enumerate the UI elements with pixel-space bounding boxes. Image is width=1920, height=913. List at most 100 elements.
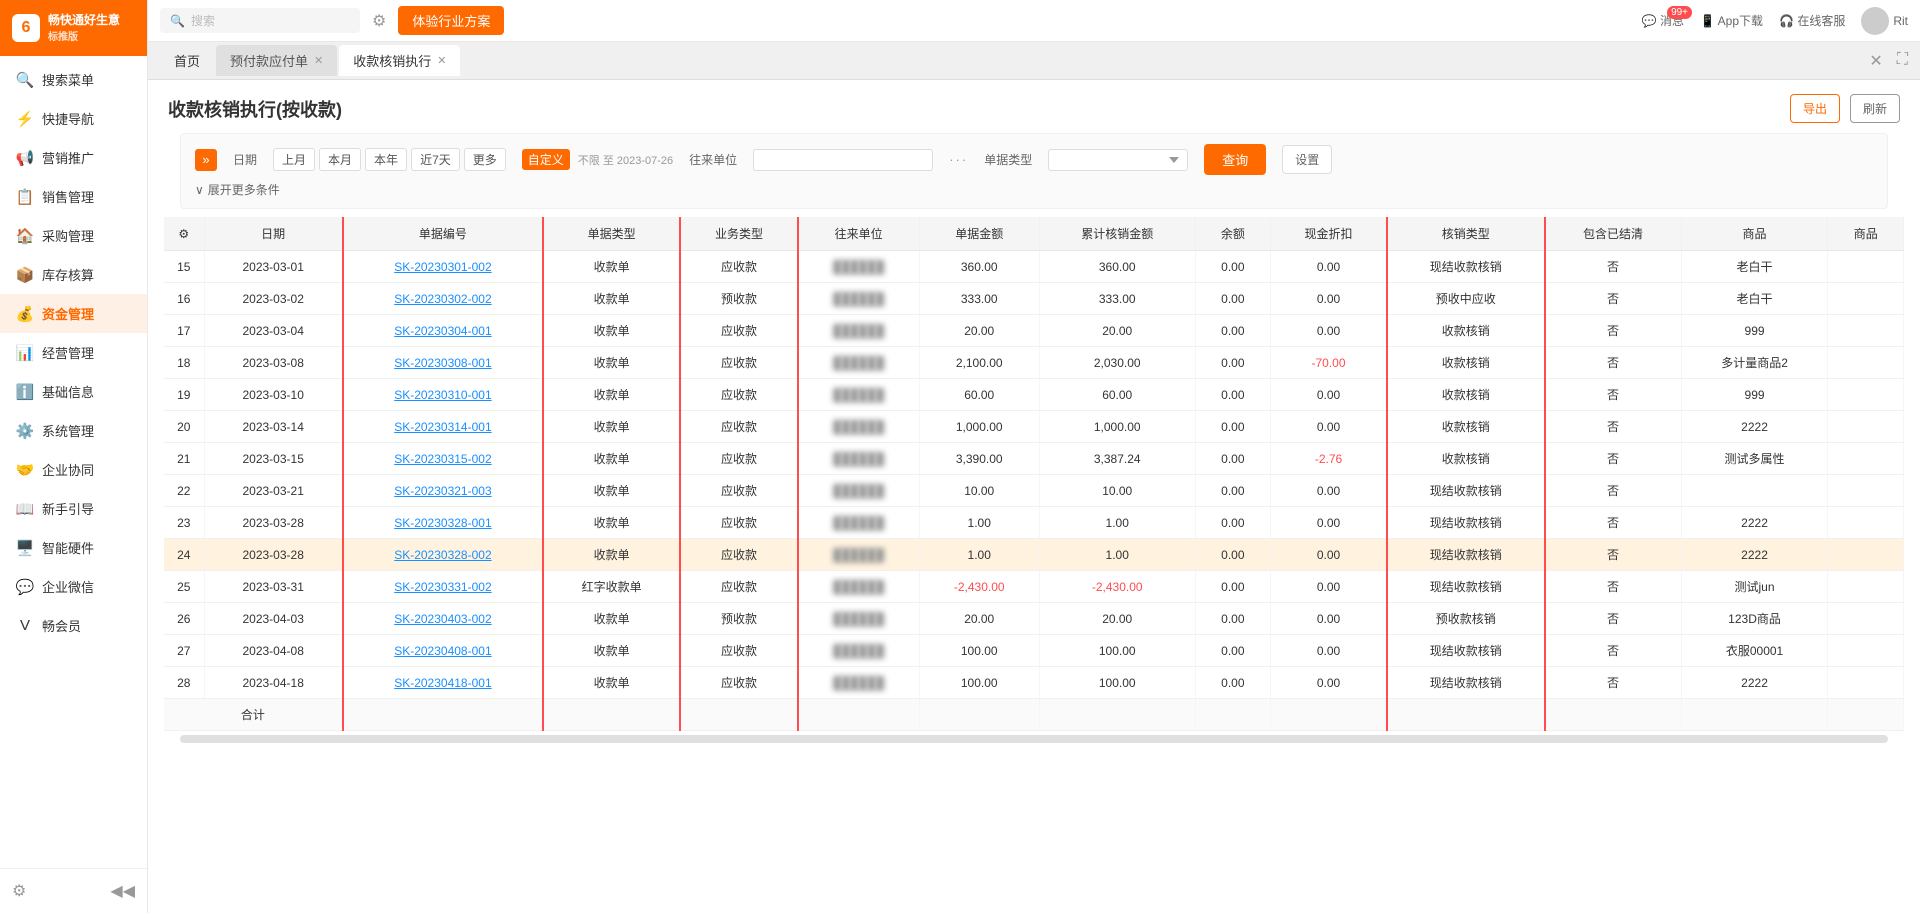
- cell-cancel-type: 现结收款核销: [1387, 475, 1545, 507]
- doc-no-link[interactable]: SK-20230408-001: [394, 644, 491, 658]
- cell-goods2: [1828, 347, 1904, 379]
- settings-icon[interactable]: ⚙: [12, 881, 26, 901]
- cell-cancel-type: 预收中应收: [1387, 283, 1545, 315]
- sidebar-item-system[interactable]: ⚙️系统管理: [0, 411, 147, 450]
- sidebar-item-search[interactable]: 🔍搜索菜单: [0, 60, 147, 99]
- sidebar-item-finance[interactable]: 💰资金管理: [0, 294, 147, 333]
- doc-no-link[interactable]: SK-20230331-002: [394, 580, 491, 594]
- setting-btn[interactable]: 设置: [1282, 145, 1332, 174]
- nav-label-operation: 经营管理: [42, 343, 94, 362]
- nav-label-purchase: 采购管理: [42, 226, 94, 245]
- nav-icon-hardware: 🖥️: [16, 539, 34, 557]
- cell-include-cleared: 否: [1545, 411, 1682, 443]
- cell-cash-discount: 0.00: [1271, 379, 1387, 411]
- table-row: 23 2023-03-28 SK-20230328-001 收款单 应收款 ██…: [164, 507, 1904, 539]
- nav-icon-corp: 🤝: [16, 461, 34, 479]
- expand-more-btn[interactable]: ∨ 展开更多条件: [195, 181, 1873, 198]
- tab-prepay[interactable]: 预付款应付单✕: [216, 45, 337, 76]
- user-avatar[interactable]: Rit: [1861, 7, 1908, 35]
- cell-amount: 1.00: [919, 507, 1039, 539]
- cell-biz-type: 应收款: [680, 347, 797, 379]
- cell-goods2: [1828, 539, 1904, 571]
- nav-icon-system: ⚙️: [16, 422, 34, 440]
- cell-goods: 测试多属性: [1681, 443, 1828, 475]
- doc-no-link[interactable]: SK-20230308-001: [394, 356, 491, 370]
- doc-no-link[interactable]: SK-20230403-002: [394, 612, 491, 626]
- cell-biz-type: 应收款: [680, 667, 797, 699]
- cell-cancel-type: 预收款核销: [1387, 603, 1545, 635]
- cell-doc-type: 收款单: [543, 475, 680, 507]
- sidebar-item-basic[interactable]: ℹ️基础信息: [0, 372, 147, 411]
- tab-close-all[interactable]: ✕: [1869, 51, 1882, 71]
- date-btn-本年[interactable]: 本年: [365, 148, 407, 171]
- date-btn-更多[interactable]: 更多: [464, 148, 506, 171]
- filter-expand-arrow[interactable]: »: [195, 149, 217, 171]
- nav-icon-search: 🔍: [16, 71, 34, 89]
- cell-goods: 2222: [1681, 539, 1828, 571]
- doc-no-link[interactable]: SK-20230418-001: [394, 676, 491, 690]
- settings-gear-icon[interactable]: ⚙: [372, 11, 386, 31]
- cell-cancel-amount: 60.00: [1039, 379, 1195, 411]
- sidebar-item-quick[interactable]: ⚡快捷导航: [0, 99, 147, 138]
- export-btn[interactable]: 导出: [1790, 94, 1840, 123]
- tab-home[interactable]: 首页: [160, 45, 214, 76]
- user-name: Rit: [1893, 14, 1908, 28]
- cell-no: 24: [164, 539, 204, 571]
- table-row: 18 2023-03-08 SK-20230308-001 收款单 应收款 ██…: [164, 347, 1904, 379]
- doc-no-link[interactable]: SK-20230328-002: [394, 548, 491, 562]
- app-download-btn[interactable]: 📱 App下载: [1700, 12, 1763, 29]
- cell-balance: 0.00: [1195, 443, 1270, 475]
- date-btn-本月[interactable]: 本月: [319, 148, 361, 171]
- message-btn[interactable]: 💬 消息 99+: [1642, 12, 1684, 29]
- industry-btn[interactable]: 体验行业方案: [398, 6, 504, 35]
- doc-no-link[interactable]: SK-20230304-001: [394, 324, 491, 338]
- sidebar-item-purchase[interactable]: 🏠采购管理: [0, 216, 147, 255]
- date-btn-近7天[interactable]: 近7天: [411, 148, 460, 171]
- sidebar-item-sales[interactable]: 📋销售管理: [0, 177, 147, 216]
- receipt-type-select[interactable]: [1048, 149, 1188, 171]
- tab-expand[interactable]: ⛶: [1897, 51, 1908, 71]
- col-header-balance: 余额: [1195, 217, 1270, 251]
- tab-close-receipt-cancel[interactable]: ✕: [437, 54, 446, 67]
- nav-label-sales: 销售管理: [42, 187, 94, 206]
- sidebar-item-member[interactable]: V畅会员: [0, 606, 147, 645]
- doc-no-link[interactable]: SK-20230314-001: [394, 420, 491, 434]
- cell-amount: 100.00: [919, 635, 1039, 667]
- refresh-btn[interactable]: 刷新: [1850, 94, 1900, 123]
- sidebar-item-marketing[interactable]: 📢营销推广: [0, 138, 147, 177]
- sidebar-item-guide[interactable]: 📖新手引导: [0, 489, 147, 528]
- sidebar-item-wechat[interactable]: 💬企业微信: [0, 567, 147, 606]
- cell-biz-type: 预收款: [680, 603, 797, 635]
- query-btn[interactable]: 查询: [1204, 144, 1266, 175]
- cell-no: 26: [164, 603, 204, 635]
- sidebar-item-corp[interactable]: 🤝企业协同: [0, 450, 147, 489]
- custom-date-btn[interactable]: 自定义: [522, 149, 570, 170]
- cell-no: 27: [164, 635, 204, 667]
- doc-no-link[interactable]: SK-20230310-001: [394, 388, 491, 402]
- date-btn-上月[interactable]: 上月: [273, 148, 315, 171]
- tab-receipt-cancel[interactable]: 收款核销执行✕: [339, 45, 460, 76]
- doc-no-link[interactable]: SK-20230315-002: [394, 452, 491, 466]
- col-header-goods: 商品: [1681, 217, 1828, 251]
- cell-date: 2023-04-08: [204, 635, 343, 667]
- online-service-btn[interactable]: 🎧 在线客服: [1779, 12, 1845, 29]
- collapse-icon[interactable]: ◀◀: [110, 881, 135, 901]
- doc-no-link[interactable]: SK-20230328-001: [394, 516, 491, 530]
- cell-doc-no: SK-20230308-001: [343, 347, 543, 379]
- cell-balance: 0.00: [1195, 475, 1270, 507]
- sidebar-item-hardware[interactable]: 🖥️智能硬件: [0, 528, 147, 567]
- cell-counterparty: ██████: [798, 603, 919, 635]
- doc-no-link[interactable]: SK-20230321-003: [394, 484, 491, 498]
- tab-close-prepay[interactable]: ✕: [314, 54, 323, 67]
- tab-label-home: 首页: [174, 51, 200, 70]
- horizontal-scrollbar[interactable]: [180, 735, 1888, 743]
- sidebar-item-inventory[interactable]: 📦库存核算: [0, 255, 147, 294]
- doc-no-link[interactable]: SK-20230302-002: [394, 292, 491, 306]
- search-bar[interactable]: 🔍 搜索: [160, 8, 360, 33]
- cell-goods2: [1828, 443, 1904, 475]
- sidebar-item-operation[interactable]: 📊经营管理: [0, 333, 147, 372]
- col-header-settings[interactable]: ⚙: [164, 217, 204, 251]
- doc-no-link[interactable]: SK-20230301-002: [394, 260, 491, 274]
- cell-no: 18: [164, 347, 204, 379]
- counterparty-input[interactable]: [753, 149, 933, 171]
